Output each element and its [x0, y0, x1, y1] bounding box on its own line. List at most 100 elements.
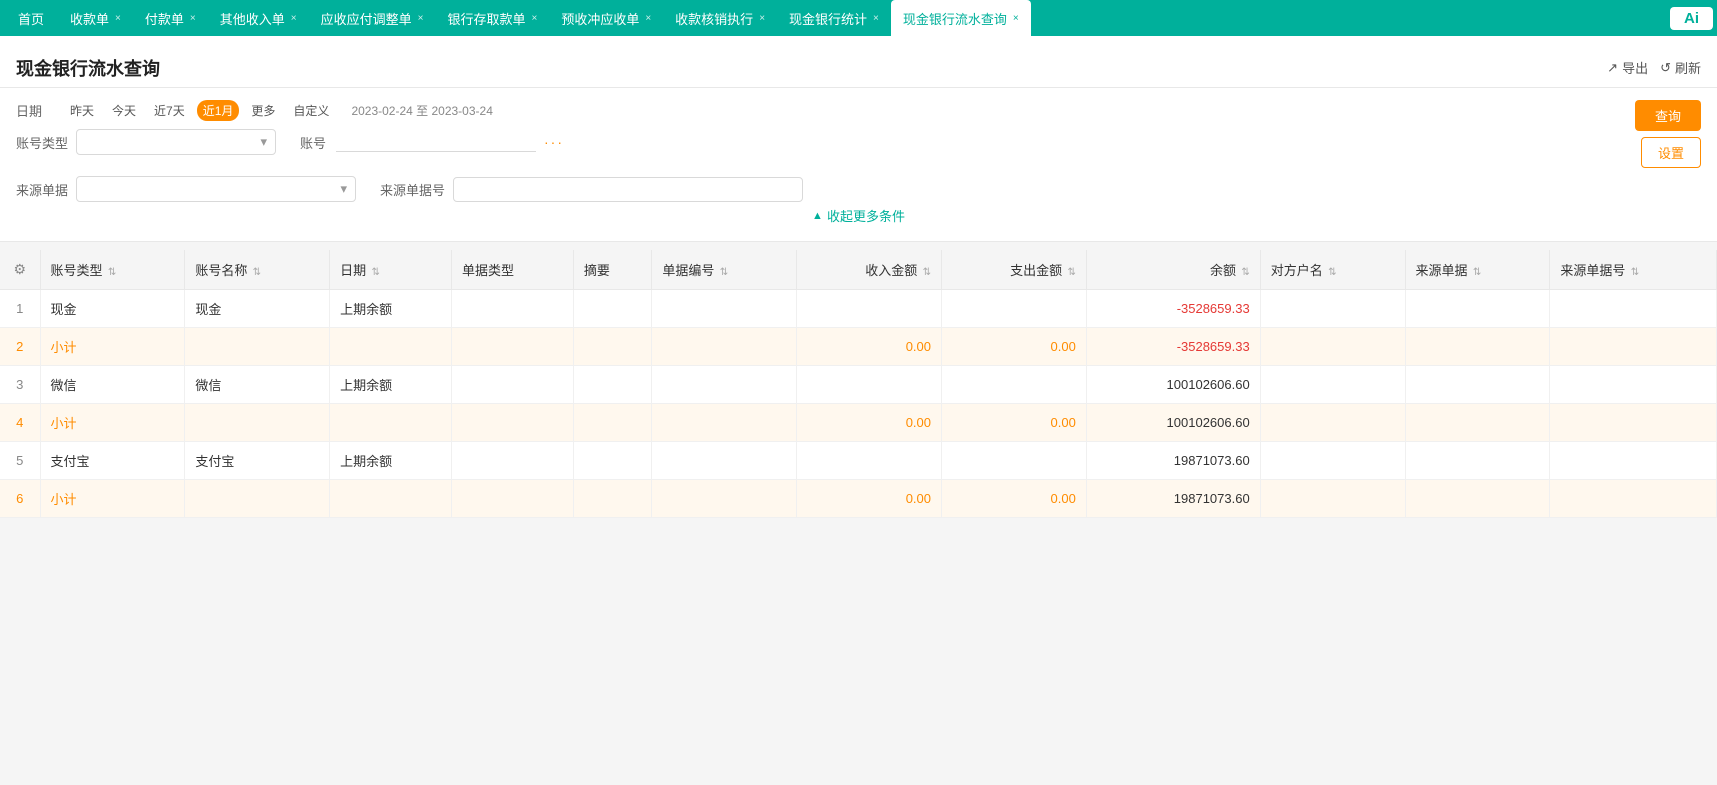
cell-account-type: 现金 — [40, 290, 185, 328]
cell-counterpart — [1260, 290, 1405, 328]
cell-counterpart — [1260, 328, 1405, 366]
nav-tab-fudan[interactable]: 付款单 × — [133, 0, 208, 36]
th-gear[interactable]: ⚙ — [0, 250, 40, 290]
export-button[interactable]: ↗ 导出 — [1607, 58, 1648, 77]
cell-doc-no — [652, 404, 797, 442]
nav-tab-qitashouru[interactable]: 其他收入单 × — [208, 0, 309, 36]
collapse-bar[interactable]: ▲ 收起更多条件 — [16, 202, 1701, 229]
cell-seq: 2 — [0, 328, 40, 366]
sort-icon-income[interactable]: ⇅ — [923, 267, 931, 278]
th-summary: 摘要 — [573, 250, 651, 290]
sort-icon-source-doc[interactable]: ⇅ — [1473, 267, 1481, 278]
cell-date: 上期余额 — [330, 290, 452, 328]
table-header-row: ⚙ 账号类型 ⇅ 账号名称 ⇅ 日期 ⇅ 单据类型 摘要 — [0, 250, 1717, 290]
cell-income: 0.00 — [797, 328, 942, 366]
date-opt-custom[interactable]: 自定义 — [287, 100, 335, 121]
account-type-label: 账号类型 — [16, 133, 68, 152]
settings-button[interactable]: 设置 — [1641, 137, 1701, 168]
th-summary-label: 摘要 — [584, 263, 610, 278]
th-balance-label: 余额 — [1210, 263, 1236, 278]
table-row: 3 微信 微信 上期余额 100102606.60 — [0, 366, 1717, 404]
cell-source-doc — [1405, 328, 1550, 366]
th-counterpart-label: 对方户名 — [1271, 263, 1323, 278]
cell-doc-no — [652, 328, 797, 366]
cell-balance: 19871073.60 — [1086, 442, 1260, 480]
sort-icon-account-name[interactable]: ⇅ — [253, 267, 261, 278]
cell-seq: 5 — [0, 442, 40, 480]
cell-balance: -3528659.33 — [1086, 328, 1260, 366]
date-label: 日期 — [16, 101, 52, 120]
nav-tab-fudan-close[interactable]: × — [190, 13, 196, 24]
query-button[interactable]: 查询 — [1635, 100, 1701, 131]
date-opt-more[interactable]: 更多 — [245, 100, 281, 121]
nav-tab-shoukuanhexiao-close[interactable]: × — [759, 13, 765, 24]
date-filter-row: 日期 昨天 今天 近7天 近1月 更多 自定义 2023-02-24 至 202… — [16, 100, 1605, 121]
nav-home[interactable]: 首页 — [4, 0, 58, 36]
cell-summary — [573, 366, 651, 404]
th-expense: 支出金额 ⇅ — [942, 250, 1087, 290]
cell-balance: 19871073.60 — [1086, 480, 1260, 518]
filter-area: 日期 昨天 今天 近7天 近1月 更多 自定义 2023-02-24 至 202… — [0, 88, 1717, 242]
source-doc-no-input[interactable] — [453, 177, 803, 202]
source-doc-select[interactable]: ▾ — [76, 176, 356, 202]
date-opt-7days[interactable]: 近7天 — [148, 100, 191, 121]
nav-tab-yinhangcunqu-label: 银行存取款单 — [447, 9, 525, 28]
nav-tab-yingshouyingfu-close[interactable]: × — [418, 13, 424, 24]
refresh-icon: ↺ — [1660, 60, 1671, 76]
sort-icon-expense[interactable]: ⇅ — [1067, 267, 1075, 278]
cell-summary — [573, 480, 651, 518]
cell-source-doc — [1405, 366, 1550, 404]
filter-actions: 查询 设置 — [1621, 100, 1701, 168]
gear-icon[interactable]: ⚙ — [13, 261, 26, 277]
nav-tab-shoukuanhexiao-label: 收款核销执行 — [675, 9, 753, 28]
cell-source-doc — [1405, 442, 1550, 480]
cell-source-doc — [1405, 480, 1550, 518]
ai-button[interactable]: Ai — [1670, 7, 1713, 30]
sort-icon-counterpart[interactable]: ⇅ — [1328, 267, 1336, 278]
th-counterpart: 对方户名 ⇅ — [1260, 250, 1405, 290]
refresh-button[interactable]: ↺ 刷新 — [1660, 58, 1701, 77]
cell-doc-type — [452, 480, 574, 518]
nav-tab-xianjinyinhang[interactable]: 现金银行统计 × — [777, 0, 891, 36]
cell-income: 0.00 — [797, 480, 942, 518]
nav-tab-yushouzhong[interactable]: 预收冲应收单 × — [549, 0, 663, 36]
page-header: 现金银行流水查询 ↗ 导出 ↺ 刷新 — [0, 36, 1717, 88]
date-opt-1month[interactable]: 近1月 — [197, 100, 240, 121]
nav-tab-yinhangcunqu[interactable]: 银行存取款单 × — [435, 0, 549, 36]
cell-balance: 100102606.60 — [1086, 366, 1260, 404]
sort-icon-date[interactable]: ⇅ — [371, 267, 379, 278]
nav-tab-shoudan-close[interactable]: × — [115, 13, 121, 24]
date-opt-yesterday[interactable]: 昨天 — [64, 100, 100, 121]
nav-tab-liushuichaxun-close[interactable]: × — [1013, 13, 1019, 24]
nav-tab-xianjinyinhang-label: 现金银行统计 — [789, 9, 867, 28]
cell-account-name — [185, 480, 330, 518]
cell-doc-no — [652, 366, 797, 404]
nav-tab-shoudan[interactable]: 收款单 × — [58, 0, 133, 36]
sort-icon-balance[interactable]: ⇅ — [1241, 267, 1249, 278]
cell-seq: 4 — [0, 404, 40, 442]
cell-doc-no — [652, 442, 797, 480]
nav-tab-liushuichaxun[interactable]: 现金银行流水查询 × — [891, 0, 1031, 36]
nav-tab-shoukuanhexiao[interactable]: 收款核销执行 × — [663, 0, 777, 36]
cell-seq: 1 — [0, 290, 40, 328]
cell-expense — [942, 442, 1087, 480]
sort-icon-source-doc-no[interactable]: ⇅ — [1631, 267, 1639, 278]
nav-tab-yingshouyingfu[interactable]: 应收应付调整单 × — [309, 0, 436, 36]
sort-icon-doc-no[interactable]: ⇅ — [720, 267, 728, 278]
th-expense-label: 支出金额 — [1010, 263, 1062, 278]
table-row: 2 小计 0.00 0.00 -3528659.33 — [0, 328, 1717, 366]
date-opt-today[interactable]: 今天 — [106, 100, 142, 121]
cell-source-doc-no — [1550, 328, 1717, 366]
th-doc-type: 单据类型 — [452, 250, 574, 290]
nav-tab-yinhangcunqu-close[interactable]: × — [531, 13, 537, 24]
nav-tab-yushouzhong-close[interactable]: × — [645, 13, 651, 24]
date-options: 昨天 今天 近7天 近1月 更多 自定义 — [64, 100, 335, 121]
sort-icon-account-type[interactable]: ⇅ — [108, 267, 116, 278]
nav-tab-qitashouru-close[interactable]: × — [291, 13, 297, 24]
account-type-select[interactable]: ▾ — [76, 129, 276, 155]
account-dots[interactable]: ··· — [544, 134, 564, 150]
nav-tab-xianjinyinhang-close[interactable]: × — [873, 13, 879, 24]
cell-account-type: 小计 — [40, 480, 185, 518]
th-doc-no: 单据编号 ⇅ — [652, 250, 797, 290]
account-input[interactable] — [336, 132, 536, 152]
